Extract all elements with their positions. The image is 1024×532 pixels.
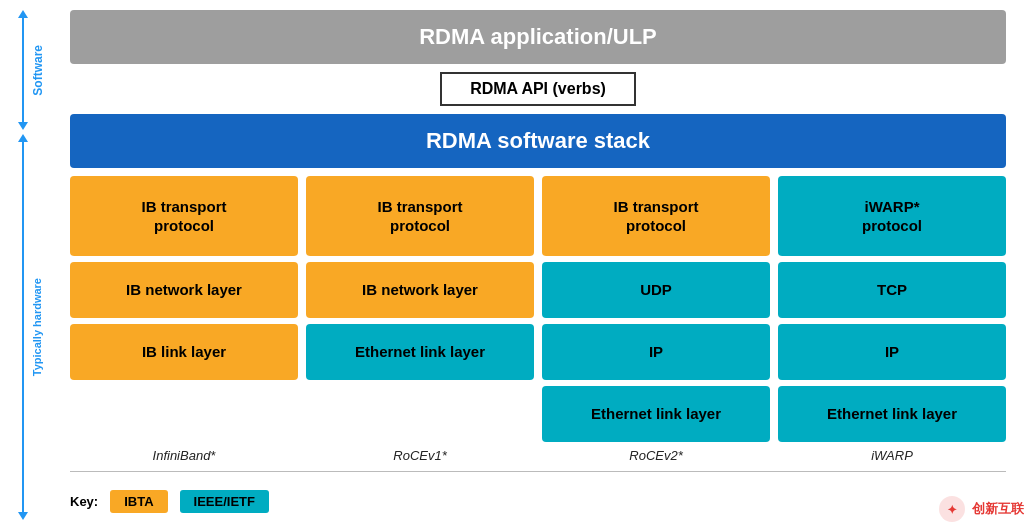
col-label-rocev2: RoCEv2* bbox=[542, 448, 770, 463]
ib-network-1: IB network layer bbox=[70, 262, 298, 318]
logo-text: 创新互联 bbox=[972, 500, 1024, 518]
ib-transport-2: IB transportprotocol bbox=[306, 176, 534, 256]
ethernet-link-iwarp: Ethernet link layer bbox=[778, 386, 1006, 442]
logo-area: ✦ 创新互联 bbox=[938, 495, 1024, 523]
key-ibta: IBTA bbox=[110, 490, 167, 513]
col-label-infiniband: InfiniBand* bbox=[70, 448, 298, 463]
key-label: Key: bbox=[70, 494, 98, 509]
iwarp-protocol: iWARP*protocol bbox=[778, 176, 1006, 256]
column-rocev1: IB transportprotocol IB network layer Et… bbox=[306, 176, 534, 442]
ip-cell-iwarp: IP bbox=[778, 324, 1006, 380]
svg-text:✦: ✦ bbox=[947, 503, 957, 517]
ib-link-1: IB link layer bbox=[70, 324, 298, 380]
ethernet-link-rocev1: Ethernet link layer bbox=[306, 324, 534, 380]
ip-cell-rocev2: IP bbox=[542, 324, 770, 380]
ethernet-link-rocev2: Ethernet link layer bbox=[542, 386, 770, 442]
udp-cell: UDP bbox=[542, 262, 770, 318]
tcp-cell: TCP bbox=[778, 262, 1006, 318]
column-iwarp: iWARP*protocol TCP IP Ethernet link laye… bbox=[778, 176, 1006, 442]
hardware-label: Typically hardware bbox=[31, 278, 43, 376]
software-label: Software bbox=[31, 45, 45, 96]
api-box: RDMA API (verbs) bbox=[440, 72, 636, 106]
software-stack-bar: RDMA software stack bbox=[70, 114, 1006, 168]
column-infiniband: IB transportprotocol IB network layer IB… bbox=[70, 176, 298, 442]
ib-transport-1: IB transportprotocol bbox=[70, 176, 298, 256]
col-label-rocev1: RoCEv1* bbox=[306, 448, 534, 463]
ib-network-2: IB network layer bbox=[306, 262, 534, 318]
ib-transport-3: IB transportprotocol bbox=[542, 176, 770, 256]
column-rocev2: IB transportprotocol UDP IP Ethernet lin… bbox=[542, 176, 770, 442]
col-label-iwarp: iWARP bbox=[778, 448, 1006, 463]
logo-icon: ✦ bbox=[938, 495, 966, 523]
key-ieee: IEEE/IETF bbox=[180, 490, 269, 513]
rdma-app-bar: RDMA application/ULP bbox=[70, 10, 1006, 64]
